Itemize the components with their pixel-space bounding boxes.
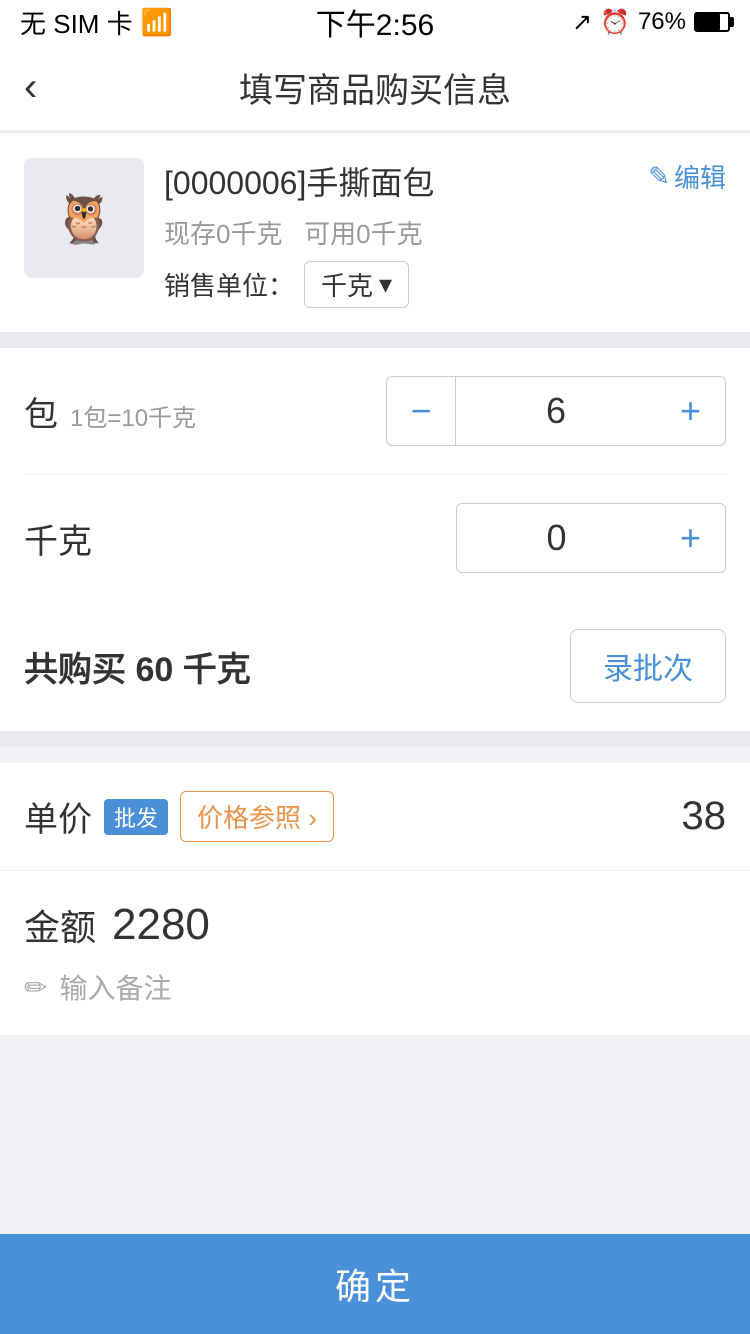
unit-label: 销售单位：	[164, 266, 294, 303]
product-icon: 🦉	[54, 190, 114, 247]
kg-label: 千克	[24, 514, 92, 563]
summary-section: 共购买 60 千克 录批次	[0, 601, 750, 731]
edit-button[interactable]: ✎ 编辑	[648, 158, 726, 195]
status-left: 无 SIM 卡 📶	[20, 4, 173, 41]
summary-prefix: 共购买	[24, 651, 126, 689]
edit-label: 编辑	[674, 158, 726, 195]
batch-btn-label: 录批次	[603, 653, 693, 686]
product-name: [0000006]手撕面包	[164, 158, 434, 204]
product-info: [0000006]手撕面包 ✎ 编辑 现存0千克 可用0千克 销售单位： 千克 …	[164, 158, 726, 308]
product-stock: 现存0千克 可用0千克	[164, 214, 726, 251]
price-tag: 批发	[104, 799, 168, 835]
remark-row[interactable]: ✏ 输入备注	[24, 967, 726, 1007]
product-unit-row: 销售单位： 千克 ▾	[164, 261, 726, 308]
back-icon: ‹	[24, 65, 37, 109]
dropdown-arrow: ▾	[379, 269, 392, 300]
stock-current: 现存0千克	[164, 219, 282, 249]
product-thumbnail: 🦉	[24, 158, 144, 278]
bag-quantity-input[interactable]	[456, 376, 656, 446]
bag-quantity-control: − +	[386, 376, 726, 446]
battery-icon	[694, 12, 730, 32]
bottom-spacer	[0, 1035, 750, 1234]
status-bar: 无 SIM 卡 📶 下午2:56 ↗ ⏰ 76%	[0, 0, 750, 44]
confirm-label: 确定	[335, 1258, 415, 1310]
kg-plus-button[interactable]: +	[656, 503, 726, 573]
summary-text: 共购买 60 千克	[24, 642, 251, 691]
alarm-icon: ⏰	[600, 8, 630, 37]
summary-unit: 千克	[183, 651, 251, 689]
price-label: 单价	[24, 792, 92, 841]
sim-status: 无 SIM 卡	[20, 4, 133, 41]
divider-1	[0, 332, 750, 348]
kg-quantity-control: +	[456, 503, 726, 573]
bag-plus-button[interactable]: +	[656, 376, 726, 446]
price-ref-button[interactable]: 价格参照 ›	[180, 791, 334, 842]
wifi-icon: 📶	[141, 7, 173, 38]
price-ref-label: 价格参照 ›	[197, 798, 317, 835]
amount-row: 金额 2280	[24, 899, 726, 951]
price-value: 38	[682, 794, 727, 839]
input-section: 包 1包=10千克 − + 千克 +	[0, 348, 750, 601]
batch-button[interactable]: 录批次	[570, 629, 726, 703]
summary-amount: 60	[135, 651, 182, 689]
product-card: 🦉 [0000006]手撕面包 ✎ 编辑 现存0千克 可用0千克 销售单位： 千…	[0, 134, 750, 332]
bag-input-row: 包 1包=10千克 − +	[24, 348, 726, 475]
status-time: 下午2:56	[316, 0, 434, 44]
bag-label: 包 1包=10千克	[24, 387, 196, 436]
location-icon: ↗	[572, 8, 592, 37]
kg-quantity-input[interactable]	[456, 503, 656, 573]
battery-level: 76%	[638, 8, 686, 36]
back-button[interactable]: ‹	[24, 65, 37, 110]
bag-label-text: 包	[24, 387, 58, 436]
pencil-icon: ✏	[24, 971, 47, 1004]
amount-section: 金额 2280 ✏ 输入备注	[0, 870, 750, 1035]
amount-value: 2280	[112, 900, 210, 950]
price-left: 单价 批发 价格参照 ›	[24, 791, 334, 842]
status-right: ↗ ⏰ 76%	[572, 8, 730, 37]
bag-sublabel: 1包=10千克	[70, 398, 196, 433]
unit-value: 千克	[321, 266, 373, 303]
confirm-button[interactable]: 确定	[0, 1234, 750, 1334]
page-title: 填写商品购买信息	[239, 63, 511, 112]
kg-input-row: 千克 +	[24, 475, 726, 601]
kg-label-text: 千克	[24, 514, 92, 563]
edit-icon: ✎	[648, 161, 670, 192]
divider-2	[0, 731, 750, 747]
unit-dropdown[interactable]: 千克 ▾	[304, 261, 409, 308]
price-section: 单价 批发 价格参照 › 38	[0, 763, 750, 870]
amount-label: 金额	[24, 899, 96, 951]
nav-bar: ‹ 填写商品购买信息	[0, 44, 750, 132]
stock-available: 可用0千克	[304, 219, 422, 249]
remark-placeholder: 输入备注	[59, 967, 171, 1007]
bag-minus-button[interactable]: −	[386, 376, 456, 446]
